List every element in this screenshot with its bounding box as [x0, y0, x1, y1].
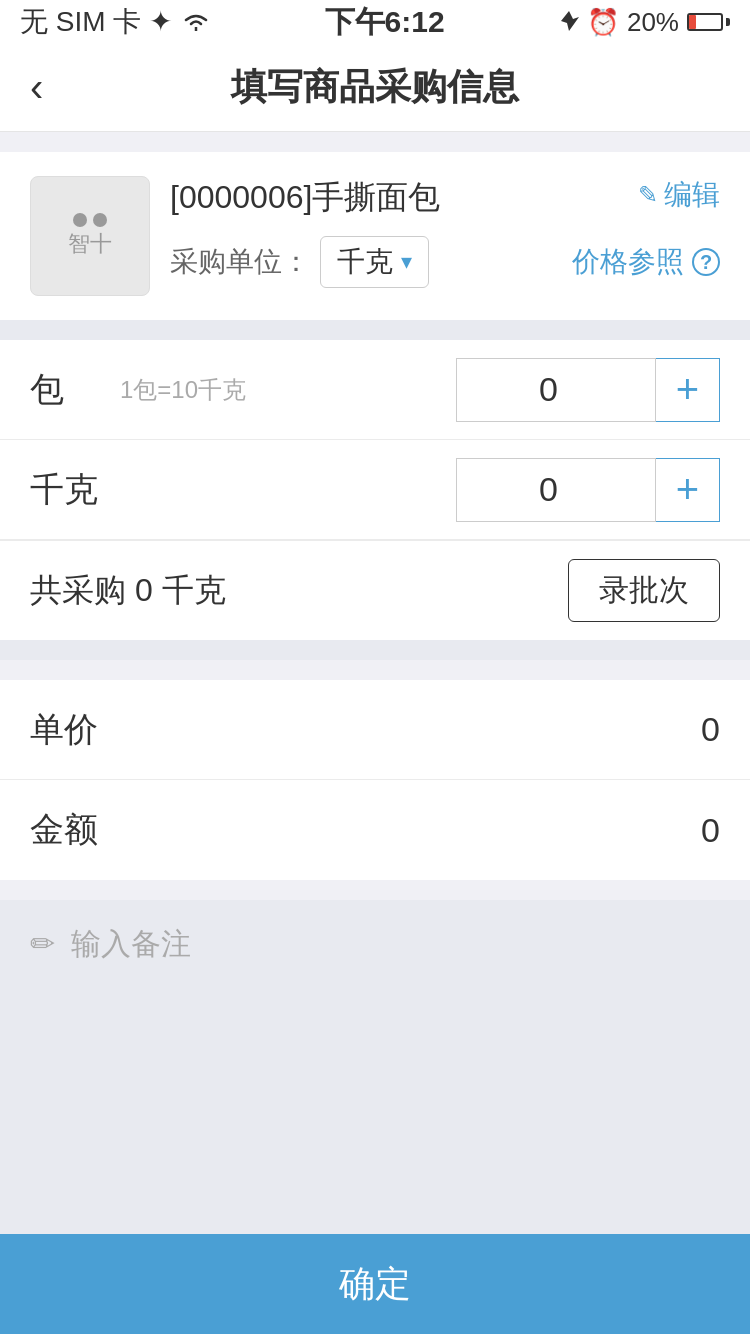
- summary-row: 共采购 0 千克 录批次: [0, 540, 750, 640]
- kg-label: 千克: [30, 467, 110, 513]
- summary-unit: 千克: [162, 572, 226, 608]
- product-card: 智十 [0000006]手撕面包 ✎ 编辑 采购单位： 千克 ▾ 价格参照 ?: [0, 152, 750, 320]
- amount-value: 0: [701, 811, 720, 850]
- note-placeholder: 输入备注: [71, 924, 191, 965]
- edit-label: 编辑: [664, 176, 720, 214]
- product-logo: 智十: [68, 213, 112, 259]
- bao-label: 包: [30, 367, 110, 413]
- price-ref-button[interactable]: 价格参照 ?: [572, 243, 720, 281]
- bao-row: 包 1包=10千克 +: [0, 340, 750, 440]
- bao-plus-button[interactable]: +: [656, 358, 720, 422]
- bao-input-section: 包 1包=10千克 + 千克 +: [0, 340, 750, 540]
- wifi-icon: [182, 6, 210, 38]
- unit-value: 千克: [337, 243, 393, 281]
- kg-row: 千克 +: [0, 440, 750, 540]
- sim-status: 无 SIM 卡 ✦: [20, 3, 172, 41]
- alarm-icon: ⏰: [587, 7, 619, 38]
- page-title: 填写商品采购信息: [231, 63, 519, 112]
- bao-input-wrapper: +: [456, 358, 720, 422]
- batch-button[interactable]: 录批次: [568, 559, 720, 622]
- kg-input-wrapper: +: [456, 458, 720, 522]
- status-bar: 无 SIM 卡 ✦ 下午6:12 ⏰ 20%: [0, 0, 750, 44]
- product-info: [0000006]手撕面包 ✎ 编辑 采购单位： 千克 ▾ 价格参照 ?: [170, 176, 720, 288]
- summary-prefix: 共采购: [30, 572, 126, 608]
- section-divider-1: [0, 320, 750, 340]
- edit-button[interactable]: ✎ 编辑: [638, 176, 720, 214]
- confirm-btn-wrapper: 确定: [0, 1234, 750, 1334]
- price-ref-label: 价格参照: [572, 243, 684, 281]
- chevron-down-icon: ▾: [401, 249, 412, 275]
- unit-label: 采购单位：: [170, 243, 310, 281]
- battery-percent: 20%: [627, 7, 679, 38]
- amount-row: 金额 0: [0, 780, 750, 880]
- status-left: 无 SIM 卡 ✦: [20, 3, 210, 41]
- bao-sublabel: 1包=10千克: [120, 374, 456, 406]
- edit-icon: ✎: [638, 181, 658, 209]
- unit-price-value: 0: [701, 710, 720, 749]
- battery-icon: [687, 13, 730, 31]
- kg-plus-button[interactable]: +: [656, 458, 720, 522]
- unit-selector[interactable]: 千克 ▾: [320, 236, 429, 288]
- location-icon: [559, 7, 579, 38]
- pencil-icon: ✏: [30, 926, 55, 961]
- summary-text: 共采购 0 千克: [30, 569, 226, 613]
- kg-input[interactable]: [456, 458, 656, 522]
- bao-input[interactable]: [456, 358, 656, 422]
- product-name: [0000006]手撕面包: [170, 176, 440, 220]
- section-divider-2: [0, 640, 750, 660]
- amount-label: 金额: [30, 807, 98, 853]
- back-button[interactable]: ‹: [20, 55, 53, 120]
- nav-bar: ‹ 填写商品采购信息: [0, 44, 750, 132]
- info-icon: ?: [692, 248, 720, 276]
- status-time: 下午6:12: [325, 2, 445, 43]
- summary-value: 0: [135, 572, 153, 608]
- product-image: 智十: [30, 176, 150, 296]
- unit-price-row: 单价 0: [0, 680, 750, 780]
- status-right: ⏰ 20%: [559, 7, 730, 38]
- unit-price-label: 单价: [30, 707, 98, 753]
- price-section: 单价 0 金额 0: [0, 680, 750, 880]
- confirm-button[interactable]: 确定: [0, 1234, 750, 1334]
